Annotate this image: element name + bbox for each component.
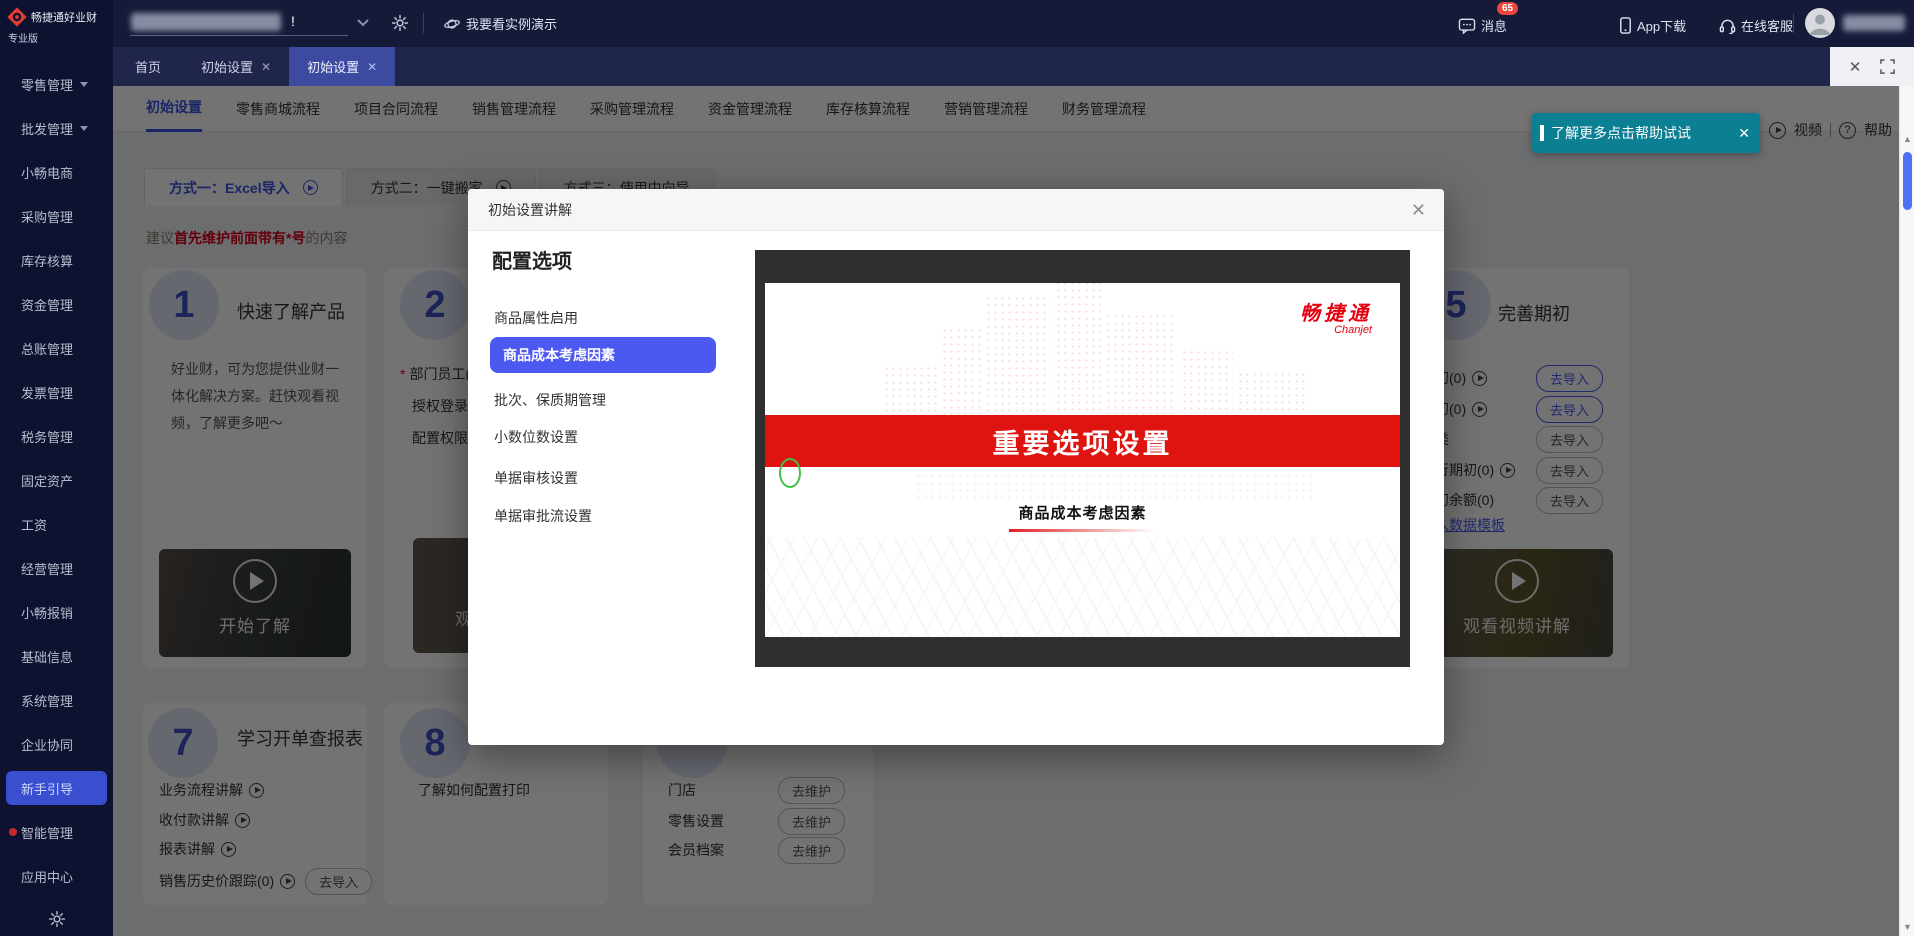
slide-caption: 商品成本考虑因素 [1018, 505, 1147, 522]
annotation-green-circle [779, 458, 801, 488]
sidebar-item-payroll[interactable]: 工资 [0, 502, 113, 546]
username-redacted [1843, 15, 1905, 31]
tab-home[interactable]: 首页 [113, 47, 183, 86]
skyline-dots [1237, 371, 1307, 415]
option-doc-audit[interactable]: 单据审核设置 [494, 468, 578, 488]
skyline-dots [883, 365, 937, 415]
sidebar-item-expense[interactable]: 小畅报销 [0, 590, 113, 634]
option-batch-shelf-life[interactable]: 批次、保质期管理 [494, 390, 606, 410]
demo-link[interactable]: 我要看实例演示 [443, 14, 557, 33]
close-tab-icon[interactable]: ✕ [261, 60, 271, 74]
sidebar-item-purchase[interactable]: 采购管理 [0, 194, 113, 238]
option-approval-flow[interactable]: 单据审批流设置 [494, 506, 592, 526]
sidebar-item-funds[interactable]: 资金管理 [0, 282, 113, 326]
caption-underline [1009, 529, 1155, 532]
sidebar-item-basic-info[interactable]: 基础信息 [0, 634, 113, 678]
app-download-button[interactable]: App下载 [1619, 16, 1686, 35]
notification-dot [9, 828, 17, 836]
avatar[interactable] [1805, 8, 1835, 38]
company-select-underline [130, 35, 348, 36]
brand-edition: 专业版 [8, 34, 38, 45]
phone-icon [1619, 17, 1632, 34]
option-cost-factors-selected[interactable]: 商品成本考虑因素 [490, 337, 716, 373]
sidebar-item-inventory[interactable]: 库存核算 [0, 238, 113, 282]
sidebar-item-ecommerce[interactable]: 小畅电商 [0, 150, 113, 194]
modal-title: 初始设置讲解 [488, 201, 572, 218]
sidebar-item-tax[interactable]: 税务管理 [0, 414, 113, 458]
sidebar: 畅捷通好业财 专业版 零售管理 批发管理 小畅电商 采购管理 库存核算 资金管理… [0, 0, 113, 936]
sidebar-item-system[interactable]: 系统管理 [0, 678, 113, 722]
sidebar-item-wholesale[interactable]: 批发管理 [0, 106, 113, 150]
vertical-scrollbar[interactable]: ▲ ▼ [1899, 86, 1914, 936]
skyline-dots [1105, 313, 1177, 415]
tooltip-text: 了解更多点击帮助试试 [1551, 125, 1691, 141]
tooltip-accent-bar [1540, 125, 1544, 141]
messages-badge: 65 [1497, 2, 1519, 15]
slide-banner: 重要选项设置 [765, 415, 1400, 467]
app-window: 初始设置 零售商城流程 项目合同流程 销售管理流程 采购管理流程 资金管理流程 … [0, 0, 1914, 936]
caret-down-icon [80, 81, 89, 87]
sidebar-item-invoice[interactable]: 发票管理 [0, 370, 113, 414]
brand-logo-icon [6, 6, 28, 28]
slide: 畅捷通 Chanjet 重要选项设置 商品成本考虑因素 [765, 283, 1400, 637]
chanjet-logo: 畅捷通 Chanjet [1300, 303, 1372, 336]
message-bubble-icon [1458, 18, 1476, 34]
sidebar-item-retail[interactable]: 零售管理 [0, 62, 113, 106]
sidebar-item-collaboration[interactable]: 企业协同 [0, 722, 113, 766]
sidebar-item-fixed-assets[interactable]: 固定资产 [0, 458, 113, 502]
scroll-down-icon[interactable]: ▼ [1900, 922, 1914, 932]
divider [423, 13, 424, 33]
settings-gear-icon[interactable] [391, 14, 409, 32]
logo-area: 畅捷通好业财 专业版 [0, 0, 113, 56]
option-product-attrs[interactable]: 商品属性启用 [494, 308, 578, 328]
tab-initial-setup-1[interactable]: 初始设置 ✕ [183, 47, 289, 86]
tab-bar-controls: ✕ [1830, 47, 1914, 86]
close-all-icon[interactable]: ✕ [1849, 58, 1862, 76]
modal-close-icon[interactable]: ✕ [1411, 201, 1426, 219]
circuit-graphic [765, 537, 1400, 637]
chevron-down-icon[interactable] [356, 18, 370, 28]
caret-down-icon [80, 125, 89, 131]
company-name-redacted [131, 13, 281, 31]
planet-icon [443, 15, 461, 33]
scroll-up-icon[interactable]: ▲ [1900, 134, 1914, 144]
sidebar-item-beginner-guide[interactable]: 新手引导 [0, 766, 113, 810]
option-decimal-places[interactable]: 小数位数设置 [494, 427, 578, 447]
sidebar-menu: 零售管理 批发管理 小畅电商 采购管理 库存核算 资金管理 总账管理 发票管理 … [0, 62, 113, 898]
skyline-dots [915, 473, 1315, 499]
slide-frame: 畅捷通 Chanjet 重要选项设置 商品成本考虑因素 [755, 250, 1410, 667]
sidebar-item-ledger[interactable]: 总账管理 [0, 326, 113, 370]
tab-initial-setup-2[interactable]: 初始设置 ✕ [289, 47, 396, 86]
company-suffix: ! [291, 13, 295, 29]
skyline-dots [1181, 349, 1233, 415]
sidebar-settings-gear-icon[interactable] [0, 910, 113, 928]
brand-title: 畅捷通好业财 [31, 12, 97, 24]
skyline-dots [941, 327, 981, 415]
messages-button[interactable]: 消息 [1458, 16, 1507, 35]
scrollbar-thumb[interactable] [1903, 152, 1912, 210]
online-service-button[interactable]: 在线客服 [1719, 16, 1793, 35]
help-tooltip: 了解更多点击帮助试试 ✕ [1532, 113, 1760, 153]
close-tab-icon[interactable]: ✕ [367, 60, 377, 74]
headset-icon [1719, 18, 1736, 34]
skyline-dots [985, 295, 1051, 415]
divider [1793, 13, 1794, 33]
sidebar-item-operations[interactable]: 经营管理 [0, 546, 113, 590]
modal-header: 初始设置讲解 ✕ [468, 189, 1444, 231]
fullscreen-icon[interactable] [1880, 59, 1895, 74]
sidebar-item-smart-mgmt[interactable]: 智能管理 [0, 810, 113, 854]
window-tab-bar: 首页 初始设置 ✕ 初始设置 ✕ ✕ [113, 47, 1914, 86]
sidebar-item-app-center[interactable]: 应用中心 [0, 854, 113, 898]
tooltip-close-icon[interactable]: ✕ [1738, 125, 1750, 142]
topbar: ! 我要看实例演示 消息 65 App下载 在线客服 [113, 0, 1914, 47]
initial-setup-modal: 初始设置讲解 ✕ 配置选项 商品属性启用 商品成本考虑因素 批次、保质期管理 小… [468, 189, 1444, 745]
skyline-dots [1055, 283, 1101, 415]
options-title: 配置选项 [492, 251, 572, 273]
